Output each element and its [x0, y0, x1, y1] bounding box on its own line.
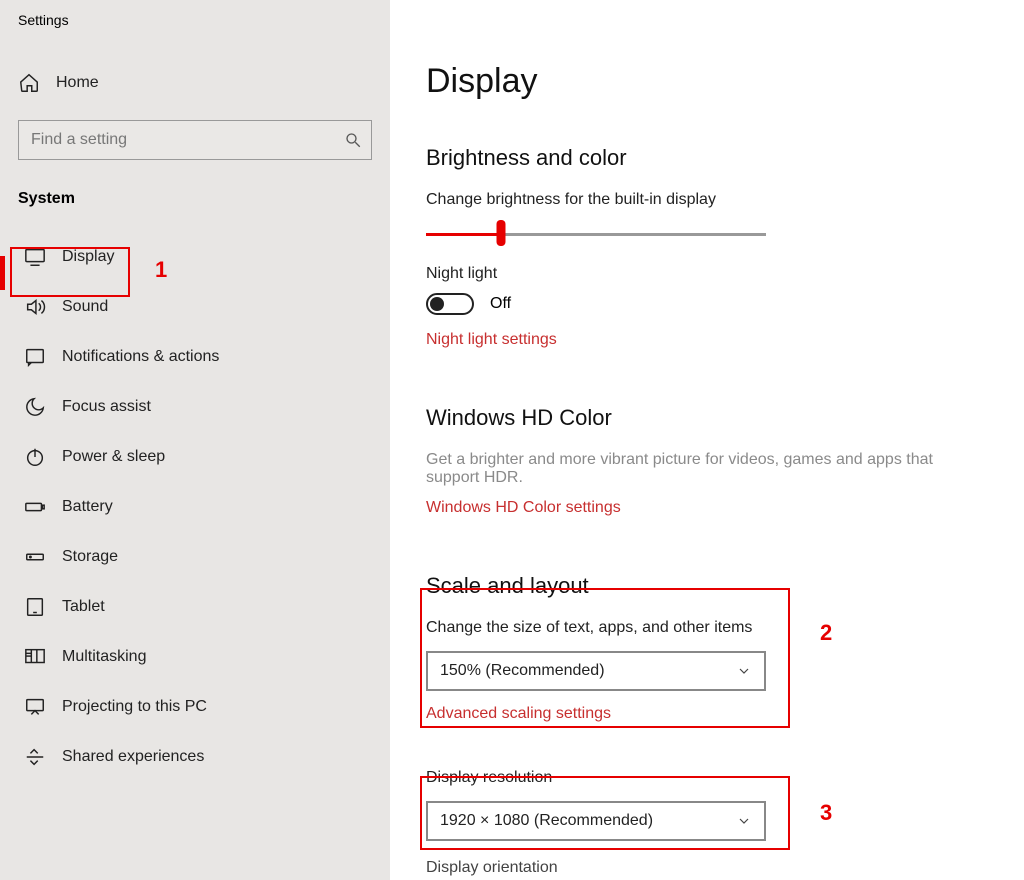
hd-color-settings-link[interactable]: Windows HD Color settings: [426, 499, 621, 517]
orientation-label: Display orientation: [426, 859, 988, 877]
sound-icon: [24, 296, 46, 318]
sidebar-item-focus-assist[interactable]: Focus assist: [18, 382, 372, 432]
display-icon: [24, 246, 46, 268]
sidebar-item-shared-experiences[interactable]: Shared experiences: [18, 732, 372, 782]
night-light-label: Night light: [426, 265, 988, 283]
multitask-icon: [24, 646, 46, 668]
night-light-toggle[interactable]: [426, 293, 474, 315]
sidebar: Settings Home System Display Sound Notif…: [0, 0, 390, 880]
sidebar-item-label: Multitasking: [62, 648, 146, 666]
search-container: [18, 120, 372, 160]
sidebar-item-sound[interactable]: Sound: [18, 282, 372, 332]
sidebar-item-label: Tablet: [62, 598, 105, 616]
brightness-slider[interactable]: [426, 219, 766, 247]
sidebar-home[interactable]: Home: [18, 64, 372, 102]
chevron-down-icon: [736, 663, 752, 679]
projecting-icon: [24, 696, 46, 718]
page-title: Display: [426, 62, 988, 101]
sidebar-item-label: Storage: [62, 548, 118, 566]
resolution-value: 1920 × 1080 (Recommended): [440, 812, 653, 830]
brightness-heading: Brightness and color: [426, 145, 988, 171]
hd-color-description: Get a brighter and more vibrant picture …: [426, 451, 966, 487]
home-label: Home: [56, 74, 99, 92]
sidebar-item-projecting[interactable]: Projecting to this PC: [18, 682, 372, 732]
search-input[interactable]: [18, 120, 372, 160]
tablet-icon: [24, 596, 46, 618]
chevron-down-icon: [736, 813, 752, 829]
brightness-slider-label: Change brightness for the built-in displ…: [426, 191, 988, 209]
notifications-icon: [24, 346, 46, 368]
search-icon: [344, 131, 362, 149]
main-content: Display Brightness and color Change brig…: [390, 0, 1024, 880]
slider-thumb[interactable]: [496, 220, 505, 246]
hd-color-heading: Windows HD Color: [426, 405, 988, 431]
sidebar-item-display[interactable]: Display: [18, 232, 372, 282]
sidebar-item-storage[interactable]: Storage: [18, 532, 372, 582]
slider-track-fill: [426, 233, 501, 236]
sidebar-item-label: Sound: [62, 298, 108, 316]
shared-icon: [24, 746, 46, 768]
active-indicator: [0, 256, 5, 290]
advanced-scaling-link[interactable]: Advanced scaling settings: [426, 705, 611, 723]
battery-icon: [24, 496, 46, 518]
toggle-knob: [430, 297, 444, 311]
category-heading: System: [18, 190, 372, 208]
sidebar-item-label: Display: [62, 248, 114, 266]
sidebar-item-label: Focus assist: [62, 398, 151, 416]
sidebar-item-label: Notifications & actions: [62, 348, 219, 366]
scale-dropdown[interactable]: 150% (Recommended): [426, 651, 766, 691]
sidebar-item-multitasking[interactable]: Multitasking: [18, 632, 372, 682]
sidebar-item-power-sleep[interactable]: Power & sleep: [18, 432, 372, 482]
scale-heading: Scale and layout: [426, 573, 988, 599]
sidebar-item-battery[interactable]: Battery: [18, 482, 372, 532]
resolution-label: Display resolution: [426, 769, 988, 787]
scale-label: Change the size of text, apps, and other…: [426, 619, 988, 637]
sidebar-item-notifications[interactable]: Notifications & actions: [18, 332, 372, 382]
sidebar-item-label: Power & sleep: [62, 448, 165, 466]
power-icon: [24, 446, 46, 468]
home-icon: [18, 72, 40, 94]
storage-icon: [24, 546, 46, 568]
scale-value: 150% (Recommended): [440, 662, 605, 680]
app-title: Settings: [18, 12, 372, 28]
sidebar-item-label: Projecting to this PC: [62, 698, 207, 716]
resolution-dropdown[interactable]: 1920 × 1080 (Recommended): [426, 801, 766, 841]
night-light-settings-link[interactable]: Night light settings: [426, 331, 557, 349]
sidebar-item-label: Shared experiences: [62, 748, 204, 766]
toggle-state: Off: [490, 295, 511, 313]
focus-icon: [24, 396, 46, 418]
sidebar-item-label: Battery: [62, 498, 113, 516]
sidebar-item-tablet[interactable]: Tablet: [18, 582, 372, 632]
